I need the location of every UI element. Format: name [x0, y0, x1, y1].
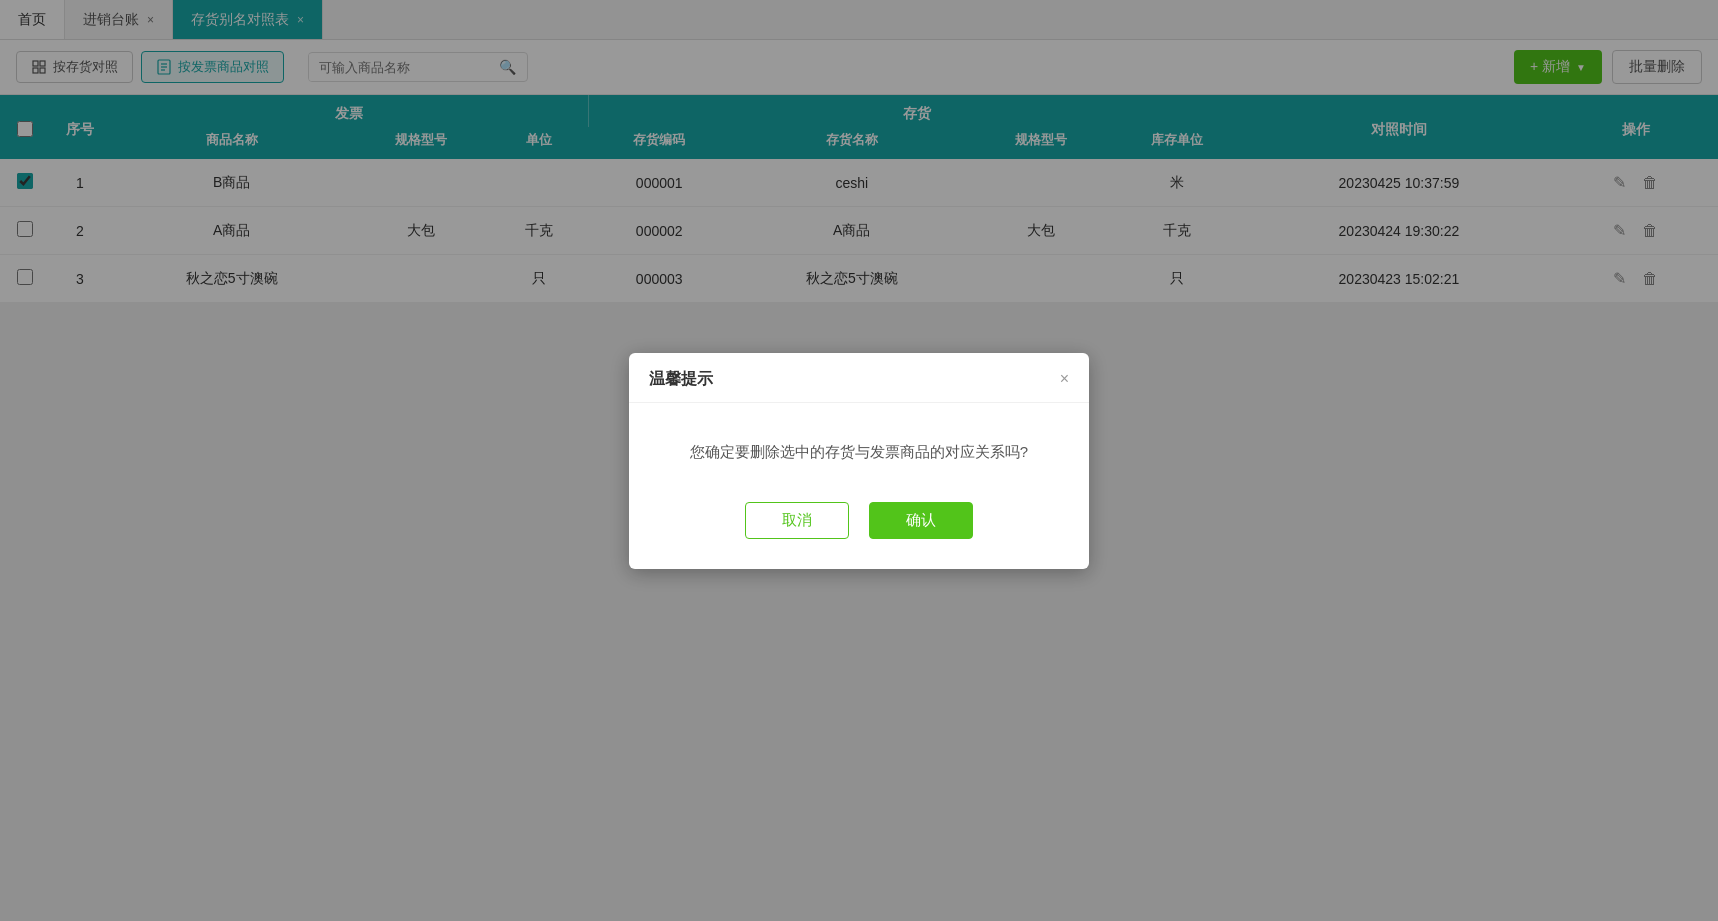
dialog-header: 温馨提示 × [629, 353, 1089, 403]
dialog-body: 您确定要删除选中的存货与发票商品的对应关系吗? [629, 403, 1089, 492]
dialog-footer: 取消 确认 [629, 492, 1089, 569]
overlay: 温馨提示 × 您确定要删除选中的存货与发票商品的对应关系吗? 取消 确认 [0, 0, 1718, 921]
dialog: 温馨提示 × 您确定要删除选中的存货与发票商品的对应关系吗? 取消 确认 [629, 353, 1089, 569]
dialog-close-button[interactable]: × [1060, 371, 1069, 387]
dialog-title: 温馨提示 [649, 369, 713, 390]
dialog-message: 您确定要删除选中的存货与发票商品的对应关系吗? [690, 443, 1028, 460]
dialog-confirm-button[interactable]: 确认 [869, 502, 973, 539]
dialog-cancel-button[interactable]: 取消 [745, 502, 849, 539]
